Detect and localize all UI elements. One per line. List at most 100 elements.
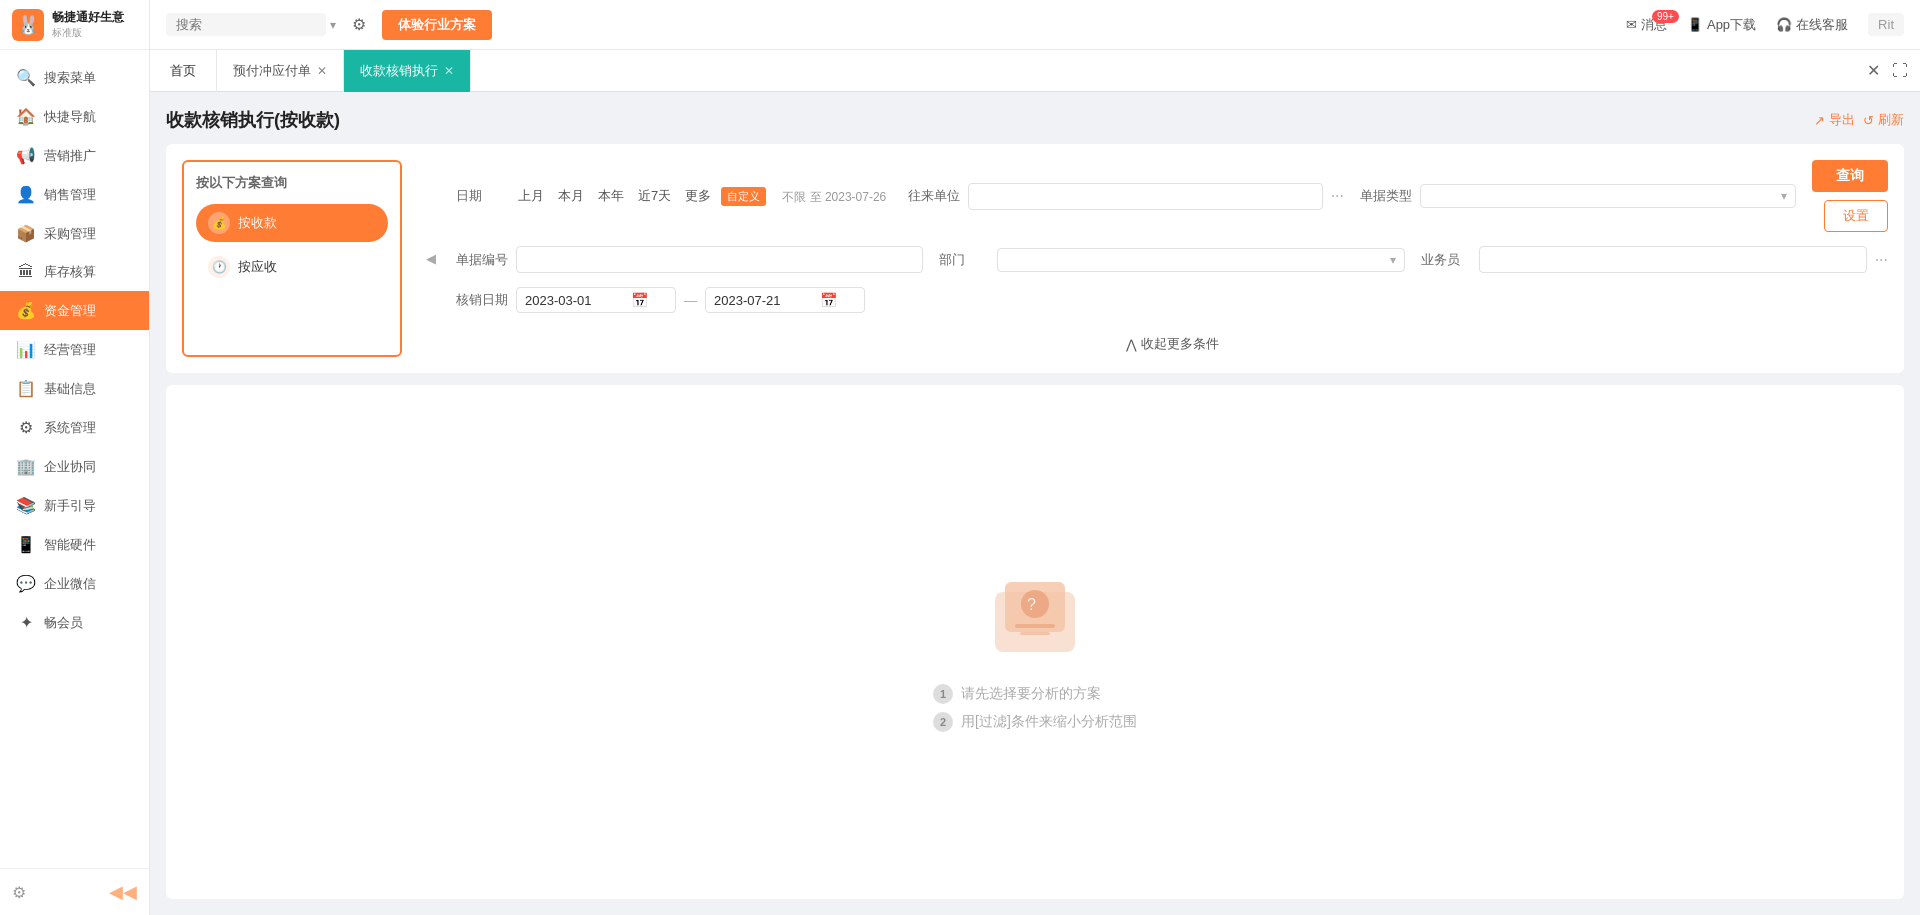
sidebar: 🐰 畅捷通好生意 标准版 🔍搜索菜单🏠快捷导航📢营销推广👤销售管理📦采购管理 🏛 库…: [0, 0, 150, 915]
writeoff-end-date-input[interactable]: 📅: [705, 287, 865, 313]
tab-prepay-label: 预付冲应付单: [233, 62, 311, 80]
staff-label: 业务员: [1421, 251, 1471, 269]
staff-input[interactable]: [1479, 246, 1866, 273]
receivable-icon: 🕐: [208, 256, 230, 278]
sidebar-item-finance[interactable]: 💰资金管理: [0, 291, 149, 330]
finance-icon: 💰: [16, 301, 36, 320]
gear-icon[interactable]: ⚙: [352, 15, 366, 34]
page-title: 收款核销执行(按收款): [166, 108, 340, 132]
logo-subtitle: 标准版: [52, 26, 124, 39]
close-window-icon[interactable]: ✕: [1867, 61, 1880, 80]
sidebar-item-marketing[interactable]: 📢营销推广: [0, 136, 149, 175]
tab-prepay-close-icon[interactable]: ✕: [317, 64, 327, 78]
calendar-end-icon[interactable]: 📅: [820, 292, 837, 308]
svg-rect-5: [1020, 632, 1050, 635]
tab-receipt-writeoff-close-icon[interactable]: ✕: [444, 64, 454, 78]
calendar-start-icon[interactable]: 📅: [631, 292, 648, 308]
sidebar-item-label: 企业微信: [44, 575, 96, 593]
sidebar-item-sales[interactable]: 👤销售管理: [0, 175, 149, 214]
sidebar-item-label: 库存核算: [44, 263, 96, 281]
doctype-dropdown-icon: ▾: [1781, 189, 1787, 203]
message-icon: ✉: [1626, 17, 1637, 32]
filter-option-receipt-label: 按收款: [238, 214, 277, 232]
filter-option-receivable-label: 按应收: [238, 258, 277, 276]
sidebar-item-wechat[interactable]: 💬 企业微信: [0, 564, 149, 603]
tab-home[interactable]: 首页: [150, 50, 217, 92]
sidebar-item-member[interactable]: ✦畅会员: [0, 603, 149, 642]
sidebar-item-hardware[interactable]: 📱智能硬件: [0, 525, 149, 564]
sidebar-item-purchase[interactable]: 📦采购管理: [0, 214, 149, 253]
tip-text-1: 请先选择要分析的方案: [961, 685, 1101, 703]
app-icon: 📱: [1687, 17, 1703, 32]
search-input[interactable]: [166, 13, 326, 36]
sidebar-item-collab[interactable]: 🏢企业协同: [0, 447, 149, 486]
date-more[interactable]: 更多: [681, 185, 715, 207]
tab-prepay[interactable]: 预付冲应付单 ✕: [217, 50, 344, 92]
date-last-month[interactable]: 上月: [514, 185, 548, 207]
sidebar-item-business[interactable]: 📊经营管理: [0, 330, 149, 369]
doctype-select[interactable]: ▾: [1420, 184, 1796, 208]
sidebar-item-label: 销售管理: [44, 186, 96, 204]
sidebar-item-label: 搜索菜单: [44, 69, 96, 87]
sidebar-item-label: 快捷导航: [44, 108, 96, 126]
tabs-controls: ✕ ⛶: [1855, 61, 1920, 80]
purchase-icon: 📦: [16, 224, 36, 243]
writeoff-end-input[interactable]: [714, 293, 814, 308]
date-this-month[interactable]: 本月: [554, 185, 588, 207]
tab-receipt-writeoff[interactable]: 收款核销执行 ✕: [344, 50, 471, 92]
receipt-icon: 💰: [208, 212, 230, 234]
filter-right: 日期 上月 本月 本年 近7天 更多 自定义 不限 至 2023-07-26: [456, 160, 1888, 357]
sidebar-item-quicknav[interactable]: 🏠快捷导航: [0, 97, 149, 136]
content-area: 收款核销执行(按收款) ↗ 导出 ↺ 刷新 按以下方案查询: [150, 92, 1920, 915]
solution-button[interactable]: 体验行业方案: [382, 10, 492, 40]
refresh-button[interactable]: ↺ 刷新: [1863, 111, 1904, 129]
sidebar-logo: 🐰 畅捷通好生意 标准版: [0, 0, 149, 50]
filter-collapse-left[interactable]: ◀: [418, 160, 444, 357]
filter-option-by-receivable[interactable]: 🕐 按应收: [196, 248, 388, 286]
docno-input[interactable]: [516, 246, 923, 273]
counterparty-dots-icon[interactable]: ···: [1331, 187, 1344, 205]
tab-home-label: 首页: [170, 62, 196, 80]
writeoff-start-date-input[interactable]: 📅: [516, 287, 676, 313]
inventory-icon: 🏛: [16, 263, 36, 281]
sidebar-item-search[interactable]: 🔍搜索菜单: [0, 58, 149, 97]
sidebar-item-guide[interactable]: 📚 新手引导: [0, 486, 149, 525]
filter-row-3: 核销日期 📅 — 📅: [456, 287, 1888, 313]
writeoff-start-input[interactable]: [525, 293, 625, 308]
user-info[interactable]: Rit: [1868, 13, 1904, 36]
logo-title: 畅捷通好生意: [52, 10, 124, 26]
staff-dots-icon[interactable]: ···: [1875, 251, 1888, 269]
collapse-more-button[interactable]: ⋀ 收起更多条件: [1114, 331, 1231, 357]
filter-option-by-receipt[interactable]: 💰 按收款: [196, 204, 388, 242]
date-custom[interactable]: 自定义: [721, 187, 766, 206]
export-button[interactable]: ↗ 导出: [1814, 111, 1855, 129]
main-area: ▾ ⚙ 体验行业方案 ✉ 消息 99+ 📱 App下载 🎧 在线客服 Rit 首…: [150, 0, 1920, 915]
sidebar-collapse-icon[interactable]: ◀◀: [109, 881, 137, 903]
query-button[interactable]: 查询: [1812, 160, 1888, 192]
sidebar-item-base[interactable]: 📋基础信息: [0, 369, 149, 408]
sidebar-item-label: 企业协同: [44, 458, 96, 476]
date-unlimit: 不限 至 2023-07-26: [782, 189, 886, 206]
date-7days[interactable]: 近7天: [634, 185, 675, 207]
counterparty-input[interactable]: [968, 183, 1323, 210]
sidebar-item-system[interactable]: ⚙系统管理: [0, 408, 149, 447]
date-this-year[interactable]: 本年: [594, 185, 628, 207]
dept-select[interactable]: ▾: [997, 248, 1406, 272]
wechat-icon: 💬: [16, 574, 36, 593]
chevron-down-icon[interactable]: ▾: [330, 18, 336, 32]
sidebar-item-label: 营销推广: [44, 147, 96, 165]
settings-icon[interactable]: ⚙: [12, 883, 26, 902]
sidebar-nav: 🔍搜索菜单🏠快捷导航📢营销推广👤销售管理📦采购管理 🏛 库存核算 💰资金管理📊经营管理…: [0, 50, 149, 868]
sidebar-item-inventory[interactable]: 🏛 库存核算: [0, 253, 149, 291]
topbar: ▾ ⚙ 体验行业方案 ✉ 消息 99+ 📱 App下载 🎧 在线客服 Rit: [150, 0, 1920, 50]
message-button[interactable]: ✉ 消息 99+: [1626, 16, 1667, 34]
business-icon: 📊: [16, 340, 36, 359]
guide-icon: 📚: [16, 496, 36, 515]
maximize-icon[interactable]: ⛶: [1892, 62, 1908, 80]
app-download-button[interactable]: 📱 App下载: [1687, 16, 1756, 34]
online-service-button[interactable]: 🎧 在线客服: [1776, 16, 1848, 34]
sidebar-item-label: 新手引导: [44, 497, 96, 515]
sidebar-item-label: 智能硬件: [44, 536, 96, 554]
filter-left-title: 按以下方案查询: [196, 174, 388, 192]
setting-button[interactable]: 设置: [1824, 200, 1888, 232]
